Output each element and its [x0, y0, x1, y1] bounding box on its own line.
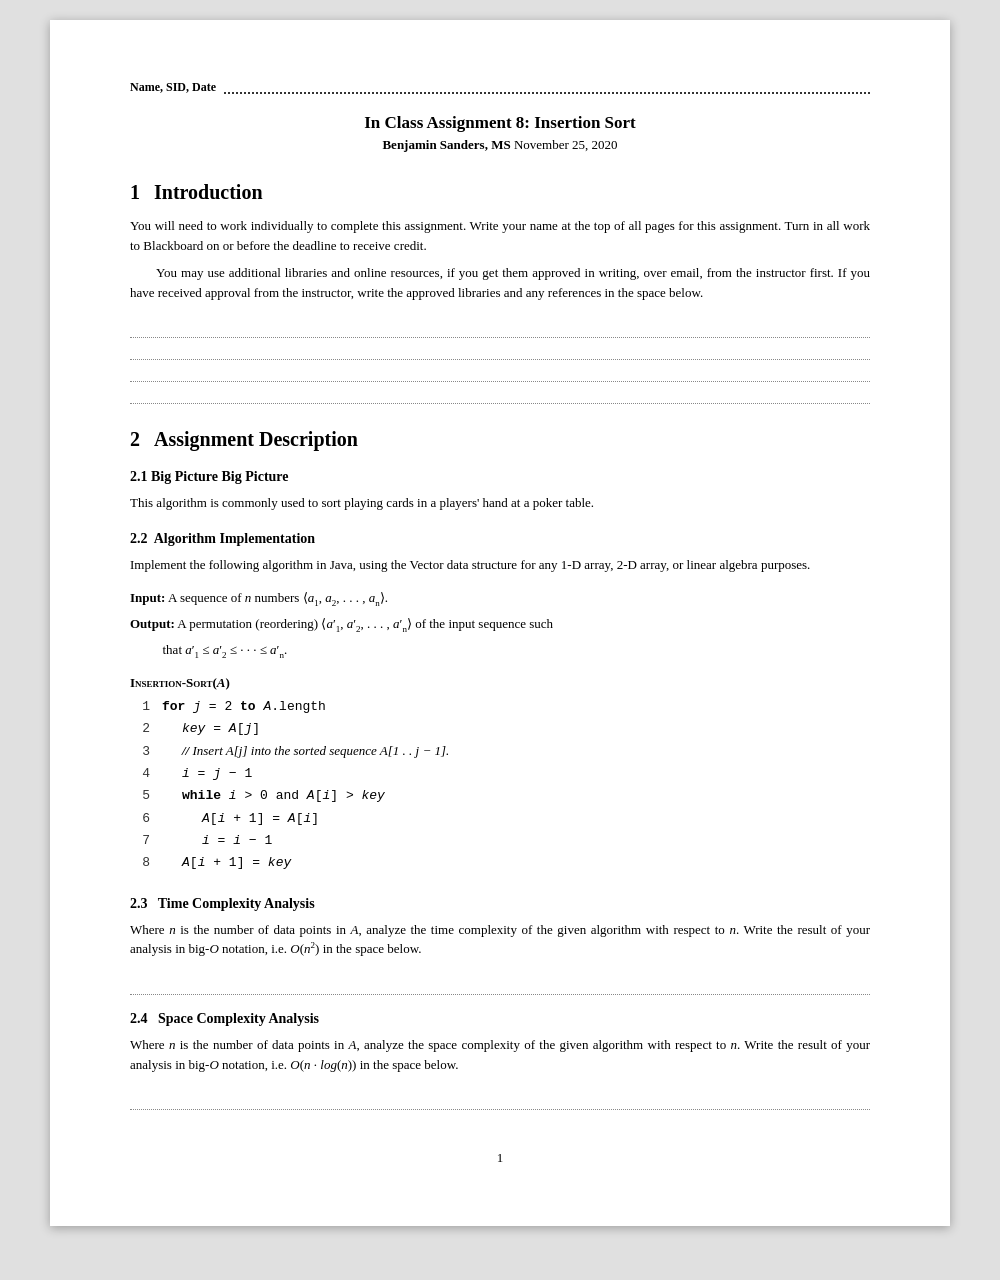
subsection-22-p1: Implement the following algorithm in Jav…	[130, 555, 870, 575]
section-1-p1: You will need to work individually to co…	[130, 216, 870, 255]
name-dotted-line	[224, 82, 870, 94]
line-num-5: 5	[130, 785, 150, 807]
subsection-24-title: Space Complexity Analysis	[151, 1011, 319, 1026]
code-line-1: 1 for j = 2 to A.length	[130, 696, 870, 718]
code-content-3: // Insert A[j] into the sorted sequence …	[182, 740, 449, 762]
date: November 25, 2020	[514, 137, 618, 152]
code-content-6: A[i + 1] = A[i]	[202, 808, 319, 830]
output-text: A permutation (reordering) ⟨a′1, a′2, . …	[177, 616, 553, 631]
algo-code-block: Insertion-Sort(A) 1 for j = 2 to A.lengt…	[130, 672, 870, 874]
dotted-row-1	[130, 316, 870, 338]
subtitle: Benjamin Sanders, MS November 25, 2020	[130, 137, 870, 153]
code-content-5: while i > 0 and A[i] > key	[182, 785, 385, 807]
name-label: Name, SID, Date	[130, 80, 216, 95]
input-label: Input:	[130, 590, 165, 605]
output-label: Output:	[130, 616, 175, 631]
subsection-23-title: Time Complexity Analysis	[151, 896, 315, 911]
document-page: Name, SID, Date In Class Assignment 8: I…	[50, 20, 950, 1226]
code-line-2: 2 key = A[j]	[130, 718, 870, 740]
section-1-number: 1	[130, 181, 140, 204]
section-2-number: 2	[130, 428, 140, 451]
section-2-title: Assignment Description	[154, 428, 358, 451]
code-line-8: 8 A[i + 1] = key	[130, 852, 870, 874]
line-num-1: 1	[130, 696, 150, 718]
code-content-1: for j = 2 to A.length	[162, 696, 326, 718]
line-num-3: 3	[130, 741, 150, 763]
algo-io-block: Input: A sequence of n numbers ⟨a1, a2, …	[130, 588, 870, 662]
subsection-23-heading: 2.3 Time Complexity Analysis	[130, 896, 870, 912]
subsection-21-heading: 2.1 Big Picture Big Picture	[130, 469, 870, 485]
algo-input-line: Input: A sequence of n numbers ⟨a1, a2, …	[130, 588, 870, 610]
code-content-2: key = A[j]	[182, 718, 260, 740]
subsection-24-p1: Where n is the number of data points in …	[130, 1035, 870, 1074]
dotted-row-3	[130, 360, 870, 382]
subsection-24-number: 2.4	[130, 1011, 148, 1026]
subsection-24-heading: 2.4 Space Complexity Analysis	[130, 1011, 870, 1027]
section-2-heading: 2 Assignment Description	[130, 428, 870, 451]
title-block: In Class Assignment 8: Insertion Sort Be…	[130, 113, 870, 153]
answer-space-1	[130, 316, 870, 404]
subsection-21-p1: This algorithm is commonly used to sort …	[130, 493, 870, 513]
algo-output-line: Output: A permutation (reordering) ⟨a′1,…	[130, 614, 870, 636]
line-num-7: 7	[130, 830, 150, 852]
subsection-22-heading: 2.2 Algorithm Implementation	[130, 531, 870, 547]
code-line-3: 3 // Insert A[j] into the sorted sequenc…	[130, 740, 870, 763]
algo-output-line2: that a′1 ≤ a′2 ≤ · · · ≤ a′n.	[130, 640, 870, 662]
dotted-row-6	[130, 1088, 870, 1110]
code-line-6: 6 A[i + 1] = A[i]	[130, 808, 870, 830]
section-1-heading: 1 Introduction	[130, 181, 870, 204]
dotted-row-4	[130, 382, 870, 404]
output-text2: that a′1 ≤ a′2 ≤ · · · ≤ a′n.	[163, 642, 288, 657]
name-sid-date-line: Name, SID, Date	[130, 80, 870, 95]
code-content-7: i = i − 1	[202, 830, 272, 852]
subsection-21-title-text: Big Picture	[218, 469, 289, 484]
subsection-21-number: 2.1	[130, 469, 148, 484]
input-text: A sequence of n numbers ⟨a1, a2, . . . ,…	[168, 590, 388, 605]
algo-title: Insertion-Sort(A)	[130, 672, 870, 694]
dotted-row-5	[130, 973, 870, 995]
author-name: Benjamin Sanders, MS	[382, 137, 510, 152]
answer-space-2	[130, 973, 870, 995]
subsection-22-number: 2.2	[130, 531, 148, 546]
page-number: 1	[130, 1150, 870, 1166]
line-num-8: 8	[130, 852, 150, 874]
code-line-4: 4 i = j − 1	[130, 763, 870, 785]
line-num-2: 2	[130, 718, 150, 740]
subsection-21-title: Big Picture	[151, 469, 218, 484]
answer-space-3	[130, 1088, 870, 1110]
code-line-5: 5 while i > 0 and A[i] > key	[130, 785, 870, 807]
section-1-p2: You may use additional libraries and onl…	[130, 263, 870, 302]
line-num-6: 6	[130, 808, 150, 830]
subsection-23-p1: Where n is the number of data points in …	[130, 920, 870, 959]
dotted-row-2	[130, 338, 870, 360]
section-1-title: Introduction	[154, 181, 263, 204]
line-num-4: 4	[130, 763, 150, 785]
subsection-23-number: 2.3	[130, 896, 148, 911]
subsection-22-title: Algorithm Implementation	[151, 531, 315, 546]
code-content-4: i = j − 1	[182, 763, 252, 785]
code-line-7: 7 i = i − 1	[130, 830, 870, 852]
code-content-8: A[i + 1] = key	[182, 852, 291, 874]
main-title: In Class Assignment 8: Insertion Sort	[130, 113, 870, 133]
